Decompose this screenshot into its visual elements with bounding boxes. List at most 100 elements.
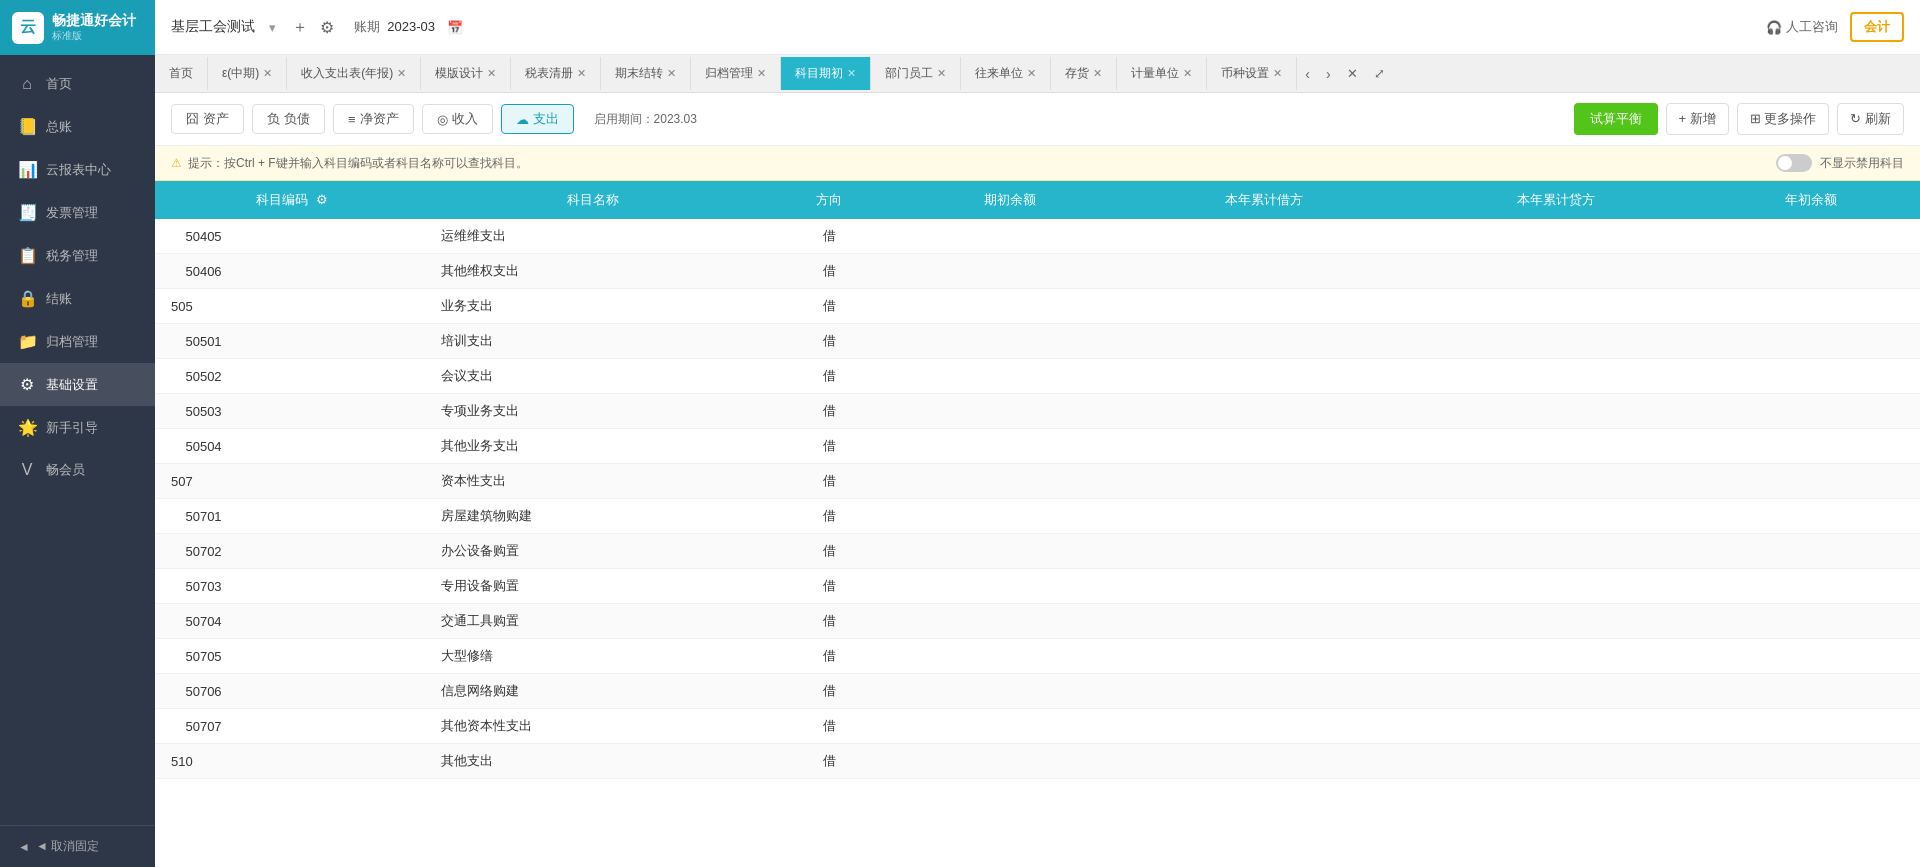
add-button[interactable]: + 新增 bbox=[1666, 103, 1729, 135]
tab-close-icon[interactable]: ✕ bbox=[667, 67, 676, 80]
tab-expand-btn[interactable]: ⤢ bbox=[1366, 66, 1393, 81]
tip-toggle-area: 不显示禁用科目 bbox=[1776, 154, 1904, 172]
tab-close-icon[interactable]: ✕ bbox=[263, 67, 272, 80]
opening-cell bbox=[901, 534, 1119, 569]
tab-期末结转[interactable]: 期末结转 ✕ bbox=[601, 57, 691, 90]
opening-cell bbox=[901, 254, 1119, 289]
sidebar-item-guide[interactable]: 🌟新手引导 bbox=[0, 406, 155, 449]
col-settings-icon[interactable]: ⚙ bbox=[316, 192, 328, 207]
ytd-debit-cell bbox=[1119, 744, 1411, 779]
tab-归档管理[interactable]: 归档管理 ✕ bbox=[691, 57, 781, 90]
sidebar-item-close[interactable]: 🔒结账 bbox=[0, 277, 155, 320]
tab-close-icon[interactable]: ✕ bbox=[847, 67, 856, 80]
guide-icon: 🌟 bbox=[18, 418, 36, 437]
direction-cell: 借 bbox=[758, 429, 901, 464]
toggle-switch[interactable] bbox=[1776, 154, 1812, 172]
sidebar-label: 发票管理 bbox=[46, 204, 98, 222]
direction-cell: 借 bbox=[758, 254, 901, 289]
sidebar-item-ledger[interactable]: 📒总账 bbox=[0, 105, 155, 148]
netasset-icon: ≡ bbox=[348, 112, 356, 127]
tab-税表清册[interactable]: 税表清册 ✕ bbox=[511, 57, 601, 90]
tab-prev-btn[interactable]: ‹ bbox=[1297, 66, 1318, 82]
period-label: 账期 2023-03 bbox=[354, 18, 435, 36]
year-begin-cell bbox=[1702, 709, 1920, 744]
tab-ε(中期)[interactable]: ε(中期) ✕ bbox=[208, 57, 287, 90]
ytd-debit-cell bbox=[1119, 709, 1411, 744]
sidebar-item-archive[interactable]: 📁归档管理 bbox=[0, 320, 155, 363]
tab-close-icon[interactable]: ✕ bbox=[937, 67, 946, 80]
tab-close-all-btn[interactable]: ✕ bbox=[1339, 66, 1366, 81]
project-settings-btn[interactable]: ⚙ bbox=[320, 18, 334, 37]
name-cell: 其他维权支出 bbox=[429, 254, 758, 289]
sub-tab-收入[interactable]: ◎收入 bbox=[422, 104, 493, 134]
tab-科目期初[interactable]: 科目期初 ✕ bbox=[781, 57, 871, 90]
sub-tab-净资产[interactable]: ≡净资产 bbox=[333, 104, 414, 134]
tab-计量单位[interactable]: 计量单位 ✕ bbox=[1117, 57, 1207, 90]
tax-icon: 📋 bbox=[18, 246, 36, 265]
ytd-credit-cell bbox=[1410, 429, 1702, 464]
dropdown-icon[interactable]: ▾ bbox=[269, 20, 276, 35]
tab-收入支出表(年报)[interactable]: 收入支出表(年报) ✕ bbox=[287, 57, 421, 90]
opening-cell bbox=[901, 639, 1119, 674]
sub-tab-支出[interactable]: ☁支出 bbox=[501, 104, 574, 134]
ytd-debit-cell bbox=[1119, 219, 1411, 254]
tab-存货[interactable]: 存货 ✕ bbox=[1051, 57, 1117, 90]
calendar-icon[interactable]: 📅 bbox=[447, 20, 463, 35]
help-link[interactable]: 🎧 人工咨询 bbox=[1766, 18, 1838, 36]
sub-tab-负债[interactable]: 负负债 bbox=[252, 104, 325, 134]
tab-close-icon[interactable]: ✕ bbox=[397, 67, 406, 80]
add-project-btn[interactable]: ＋ bbox=[292, 17, 308, 38]
opening-cell bbox=[901, 604, 1119, 639]
tab-close-icon[interactable]: ✕ bbox=[577, 67, 586, 80]
table-header: 科目编码 ⚙ 科目名称 方向 期初余额 本年累计借方 本年累计贷方 年初余额 bbox=[155, 181, 1920, 219]
opening-cell bbox=[901, 429, 1119, 464]
sidebar-collapse[interactable]: ◄ ◄ 取消固定 bbox=[0, 825, 155, 867]
invoice-icon: 🧾 bbox=[18, 203, 36, 222]
income-icon: ◎ bbox=[437, 112, 448, 127]
year-begin-cell bbox=[1702, 674, 1920, 709]
tab-close-icon[interactable]: ✕ bbox=[757, 67, 766, 80]
sidebar: 云 畅捷通好会计 标准版 ⌂首页📒总账📊云报表中心🧾发票管理📋税务管理🔒结账📁归… bbox=[0, 0, 155, 867]
ytd-debit-cell bbox=[1119, 394, 1411, 429]
sidebar-item-settings[interactable]: ⚙基础设置 bbox=[0, 363, 155, 406]
ytd-credit-cell bbox=[1410, 254, 1702, 289]
name-cell: 专用设备购置 bbox=[429, 569, 758, 604]
more-button[interactable]: ⊞ 更多操作 bbox=[1737, 103, 1830, 135]
sidebar-item-invoice[interactable]: 🧾 发票管理 bbox=[0, 191, 155, 234]
tab-next-btn[interactable]: › bbox=[1318, 66, 1339, 82]
tab-首页[interactable]: 首页 bbox=[155, 57, 208, 90]
year-begin-cell bbox=[1702, 569, 1920, 604]
tab-close-icon[interactable]: ✕ bbox=[1183, 67, 1192, 80]
sidebar-item-member[interactable]: V畅会员 bbox=[0, 449, 155, 491]
code-cell: 507 bbox=[155, 464, 429, 499]
tab-close-icon[interactable]: ✕ bbox=[487, 67, 496, 80]
tab-币种设置[interactable]: 币种设置 ✕ bbox=[1207, 57, 1297, 90]
table-row: 50502 会议支出 借 bbox=[155, 359, 1920, 394]
ytd-debit-cell bbox=[1119, 569, 1411, 604]
tab-close-icon[interactable]: ✕ bbox=[1273, 67, 1282, 80]
tab-close-icon[interactable]: ✕ bbox=[1027, 67, 1036, 80]
ytd-credit-cell bbox=[1410, 604, 1702, 639]
table-row: 50703 专用设备购置 借 bbox=[155, 569, 1920, 604]
sidebar-item-reports[interactable]: 📊云报表中心 bbox=[0, 148, 155, 191]
sub-tab-资产[interactable]: 囧资产 bbox=[171, 104, 244, 134]
sub-tab-label: 资产 bbox=[203, 110, 229, 128]
name-cell: 运维维支出 bbox=[429, 219, 758, 254]
sidebar-label: 云报表中心 bbox=[46, 161, 111, 179]
code-cell: 50405 bbox=[155, 219, 429, 254]
year-begin-cell bbox=[1702, 744, 1920, 779]
sidebar-item-home[interactable]: ⌂首页 bbox=[0, 63, 155, 105]
year-begin-cell bbox=[1702, 254, 1920, 289]
home-icon: ⌂ bbox=[18, 75, 36, 93]
tab-部门员工[interactable]: 部门员工 ✕ bbox=[871, 57, 961, 90]
asset-icon: 囧 bbox=[186, 110, 199, 128]
tab-模版设计[interactable]: 模版设计 ✕ bbox=[421, 57, 511, 90]
project-name[interactable]: 基层工会测试 bbox=[171, 18, 255, 36]
tab-往来单位[interactable]: 往来单位 ✕ bbox=[961, 57, 1051, 90]
sidebar-item-tax[interactable]: 📋税务管理 bbox=[0, 234, 155, 277]
tab-close-icon[interactable]: ✕ bbox=[1093, 67, 1102, 80]
refresh-button[interactable]: ↻ 刷新 bbox=[1837, 103, 1904, 135]
account-button[interactable]: 会计 bbox=[1850, 12, 1904, 42]
sidebar-label: 归档管理 bbox=[46, 333, 98, 351]
balance-button[interactable]: 试算平衡 bbox=[1574, 103, 1658, 135]
